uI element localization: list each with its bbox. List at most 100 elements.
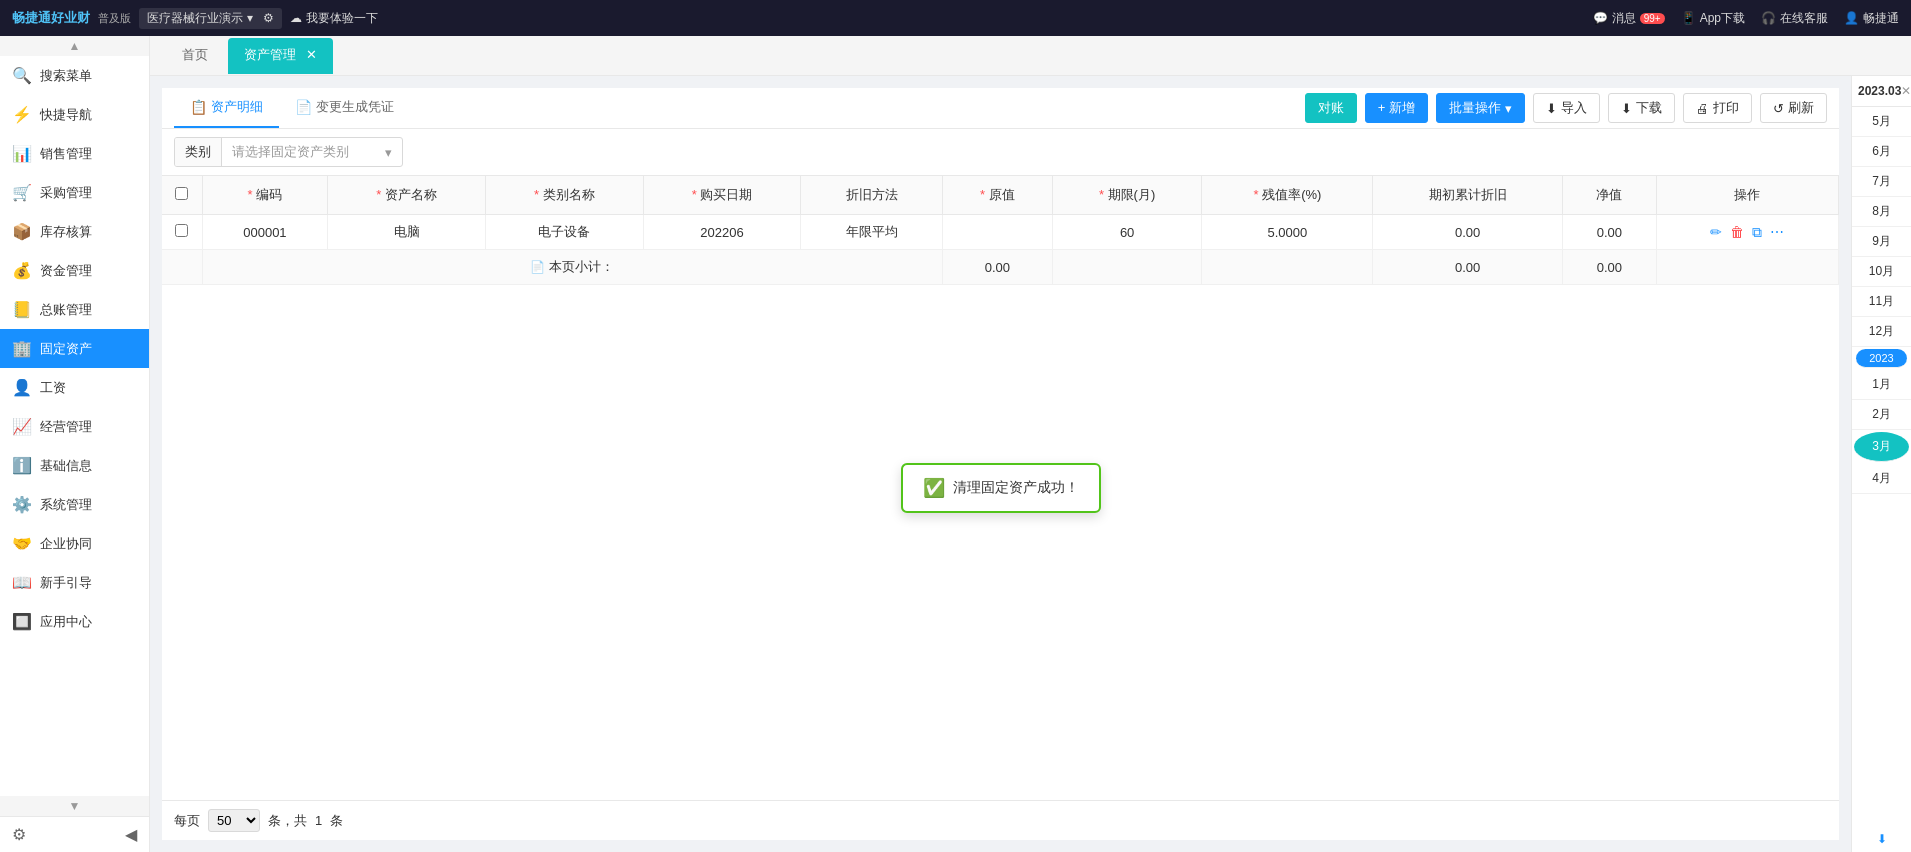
assets-table: * 编码 * 资产名称 * 类别名称 * 购买日期 折旧方法 * 原值 * 期限… [162,176,1839,285]
cell-net-value: 0.00 [1562,215,1656,250]
print-btn[interactable]: 🖨 打印 [1683,93,1752,123]
month-3[interactable]: 3月 [1854,432,1909,462]
download-btn[interactable]: ⬇ 下载 [1608,93,1675,123]
avatar: 👤 [1844,11,1859,25]
month-1[interactable]: 1月 [1852,370,1911,400]
export-btn[interactable]: ⬇ 导入 [1533,93,1600,123]
sidebar-label-ledger: 总账管理 [40,301,92,319]
purchase-icon: 🛒 [12,183,32,202]
sidebar-label-basic-info: 基础信息 [40,457,92,475]
sidebar-scroll-up[interactable]: ▲ [0,36,149,56]
sidebar-item-system[interactable]: ⚙️ 系统管理 [0,485,149,524]
bottom-bar: 每页 50 100 200 条，共 1 条 [162,800,1839,840]
sidebar-item-search[interactable]: 🔍 搜索菜单 [0,56,149,95]
month-9[interactable]: 9月 [1852,227,1911,257]
cell-period: 60 [1052,215,1202,250]
quick-nav-icon: ⚡ [12,105,32,124]
sidebar-label-operations: 经营管理 [40,418,92,436]
sidebar-item-payroll[interactable]: 👤 工资 [0,368,149,407]
category-filter[interactable]: 类别 请选择固定资产类别 ▾ [174,137,403,167]
cell-accumulated-depreciation: 0.00 [1373,215,1563,250]
success-toast: ✅ 清理固定资产成功！ [901,463,1101,513]
col-original-value: * 原值 [942,176,1052,215]
user-menu[interactable]: 👤 畅捷通 [1844,10,1899,27]
more-icon[interactable]: ⋯ [1770,224,1784,240]
month-11[interactable]: 11月 [1852,287,1911,317]
sidebar-item-app-center[interactable]: 🔲 应用中心 [0,602,149,641]
sidebar-item-funds[interactable]: 💰 资金管理 [0,251,149,290]
category-select[interactable]: 请选择固定资产类别 ▾ [222,138,402,166]
tab-asset-mgmt[interactable]: 资产管理 ✕ [228,38,333,74]
sidebar-item-purchase[interactable]: 🛒 采购管理 [0,173,149,212]
delete-icon[interactable]: 🗑 [1730,224,1744,240]
collapse-sidebar-icon[interactable]: ◀ [125,825,137,844]
basic-info-icon: ℹ️ [12,456,32,475]
sidebar-item-fixed-assets[interactable]: 🏢 固定资产 [0,329,149,368]
online-service-btn[interactable]: 🎧 在线客服 [1761,10,1828,27]
toolbar-top: 对账 + 新增 批量操作 ▾ ⬇ 导入 ⬇ [1305,93,1827,123]
cell-asset-name: 电脑 [328,215,486,250]
refresh-btn[interactable]: ↺ 刷新 [1760,93,1827,123]
select-all-checkbox[interactable] [175,187,188,200]
settings-icon[interactable]: ⚙ [263,11,274,25]
batch-btn[interactable]: 批量操作 ▾ [1436,93,1525,123]
user-name: 畅捷通 [1863,10,1899,27]
copy-icon[interactable]: ⧉ [1752,224,1762,241]
sidebar-scroll-down[interactable]: ▼ [0,796,149,816]
row-checkbox[interactable] [175,224,188,237]
sidebar-item-basic-info[interactable]: ℹ️ 基础信息 [0,446,149,485]
sidebar-item-enterprise[interactable]: 🤝 企业协同 [0,524,149,563]
sidebar-item-operations[interactable]: 📈 经营管理 [0,407,149,446]
col-asset-name: * 资产名称 [328,176,486,215]
experience-btn[interactable]: ☁ 我要体验一下 [290,10,378,27]
content-area: 首页 资产管理 ✕ 📋 资产明细 [150,36,1911,852]
sidebar-item-ledger[interactable]: 📒 总账管理 [0,290,149,329]
col-accumulated-depreciation: 期初累计折旧 [1373,176,1563,215]
sub-tab-change-voucher[interactable]: 📄 变更生成凭证 [279,88,410,128]
toast-overlay: ✅ 清理固定资产成功！ [901,463,1101,513]
right-panel-bottom: ⬇ [1852,826,1911,852]
message-icon: 💬 [1593,11,1608,25]
year-2023-label[interactable]: 2023 [1856,349,1907,368]
page-content: 📋 资产明细 📄 变更生成凭证 对账 + 新增 [150,76,1911,852]
subtotal-original-value: 0.00 [942,250,1052,285]
total-count: 1 [315,813,322,828]
table-container: * 编码 * 资产名称 * 类别名称 * 购买日期 折旧方法 * 原值 * 期限… [162,176,1839,800]
message-badge: 99+ [1640,13,1665,24]
subtotal-row: 📄 本页小计： 0.00 0.00 0.00 [162,250,1839,285]
subtotal-accumulated: 0.00 [1373,250,1563,285]
month-10[interactable]: 10月 [1852,257,1911,287]
month-6[interactable]: 6月 [1852,137,1911,167]
new-btn[interactable]: + 新增 [1365,93,1428,123]
account-btn[interactable]: 对账 [1305,93,1357,123]
month-7[interactable]: 7月 [1852,167,1911,197]
sales-icon: 📊 [12,144,32,163]
sidebar-item-quick-nav[interactable]: ⚡ 快捷导航 [0,95,149,134]
expand-btn[interactable]: ⬇ [1877,832,1887,846]
sidebar-label-payroll: 工资 [40,379,66,397]
page-size-select[interactable]: 50 100 200 [208,809,260,832]
company-selector[interactable]: 医疗器械行业演示 ▾ ⚙ [139,8,282,29]
select-all-col[interactable] [162,176,202,215]
sidebar-item-guide[interactable]: 📖 新手引导 [0,563,149,602]
close-panel-icon[interactable]: ✕ [1901,84,1911,98]
month-5[interactable]: 5月 [1852,107,1911,137]
month-8[interactable]: 8月 [1852,197,1911,227]
month-12[interactable]: 12月 [1852,317,1911,347]
month-2[interactable]: 2月 [1852,400,1911,430]
tab-close-icon[interactable]: ✕ [306,47,317,62]
sub-tab-asset-detail[interactable]: 📋 资产明细 [174,88,279,128]
right-panel-header: 2023.03 ✕ ⤢ [1852,76,1911,107]
cell-purchase-date: 202206 [643,215,801,250]
sidebar-item-sales[interactable]: 📊 销售管理 [0,134,149,173]
edit-icon[interactable]: ✏ [1710,224,1722,240]
app-download-btn[interactable]: 📱 App下载 [1681,10,1745,27]
tab-home[interactable]: 首页 [166,38,224,74]
message-btn[interactable]: 💬 消息 99+ [1593,10,1665,27]
row-checkbox-cell[interactable] [162,215,202,250]
sidebar-label-quick-nav: 快捷导航 [40,106,92,124]
sidebar-label-app-center: 应用中心 [40,613,92,631]
sidebar-item-inventory[interactable]: 📦 库存核算 [0,212,149,251]
month-4[interactable]: 4月 [1852,464,1911,494]
settings-bottom-icon[interactable]: ⚙ [12,825,26,844]
